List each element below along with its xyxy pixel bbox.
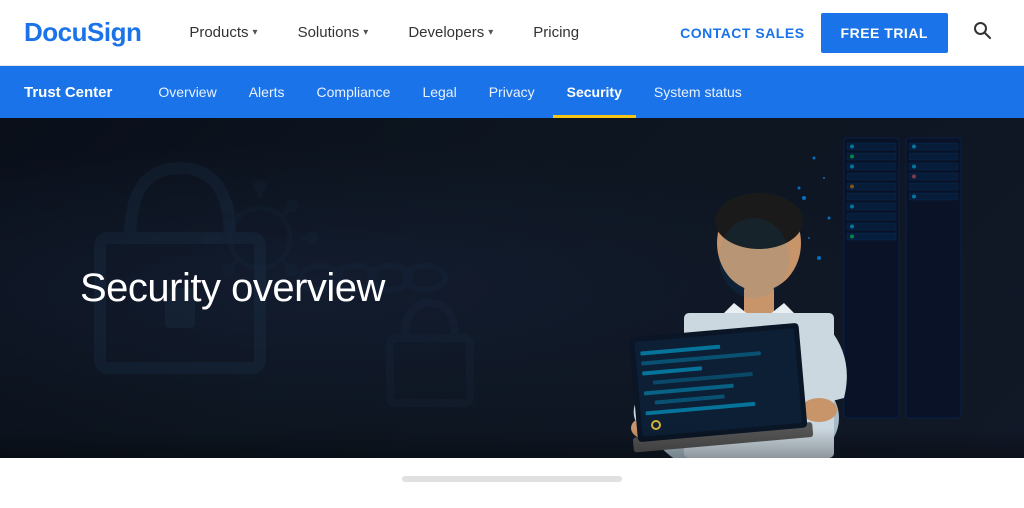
trust-nav-item-privacy[interactable]: Privacy (475, 66, 549, 118)
hero-title: Security overview (80, 264, 385, 312)
scroll-pill (402, 476, 622, 482)
trust-nav-item-overview[interactable]: Overview (144, 66, 230, 118)
chevron-down-icon: ▾ (488, 27, 493, 38)
hero-content: Security overview (80, 264, 385, 312)
trust-center-navigation: Trust Center Overview Alerts Compliance … (0, 66, 1024, 118)
nav-item-pricing[interactable]: Pricing (517, 16, 595, 49)
nav-item-solutions[interactable]: Solutions ▾ (282, 16, 385, 49)
nav-item-products[interactable]: Products ▾ (173, 16, 273, 49)
search-button[interactable] (964, 12, 1000, 54)
contact-sales-link[interactable]: CONTACT SALES (680, 25, 804, 41)
scroll-hint-bar (0, 458, 1024, 500)
trust-nav-item-compliance[interactable]: Compliance (303, 66, 405, 118)
trust-nav-item-legal[interactable]: Legal (408, 66, 470, 118)
search-icon (972, 20, 992, 40)
top-navigation: DocuSign Products ▾ Solutions ▾ Develope… (0, 0, 1024, 66)
chevron-down-icon: ▾ (363, 27, 368, 38)
trust-nav-links: Overview Alerts Compliance Legal Privacy… (144, 66, 755, 118)
free-trial-button[interactable]: FREE TRIAL (821, 13, 948, 53)
trust-nav-item-system-status[interactable]: System status (640, 66, 756, 118)
trust-nav-item-alerts[interactable]: Alerts (235, 66, 299, 118)
hero-person-illustration: /* rack units rendered below */ (544, 128, 964, 458)
logo-text: DocuSign (24, 17, 141, 48)
trust-center-label: Trust Center (24, 84, 112, 101)
main-nav-links: Products ▾ Solutions ▾ Developers ▾ Pric… (173, 16, 680, 49)
nav-item-developers[interactable]: Developers ▾ (392, 16, 509, 49)
nav-right-actions: CONTACT SALES FREE TRIAL (680, 12, 1000, 54)
chevron-down-icon: ▾ (253, 27, 258, 38)
trust-nav-item-security[interactable]: Security (553, 66, 636, 118)
logo[interactable]: DocuSign (24, 17, 141, 48)
hero-bottom-gradient (0, 428, 1024, 458)
hero-section: Security overview /* rack units rendered… (0, 118, 1024, 458)
